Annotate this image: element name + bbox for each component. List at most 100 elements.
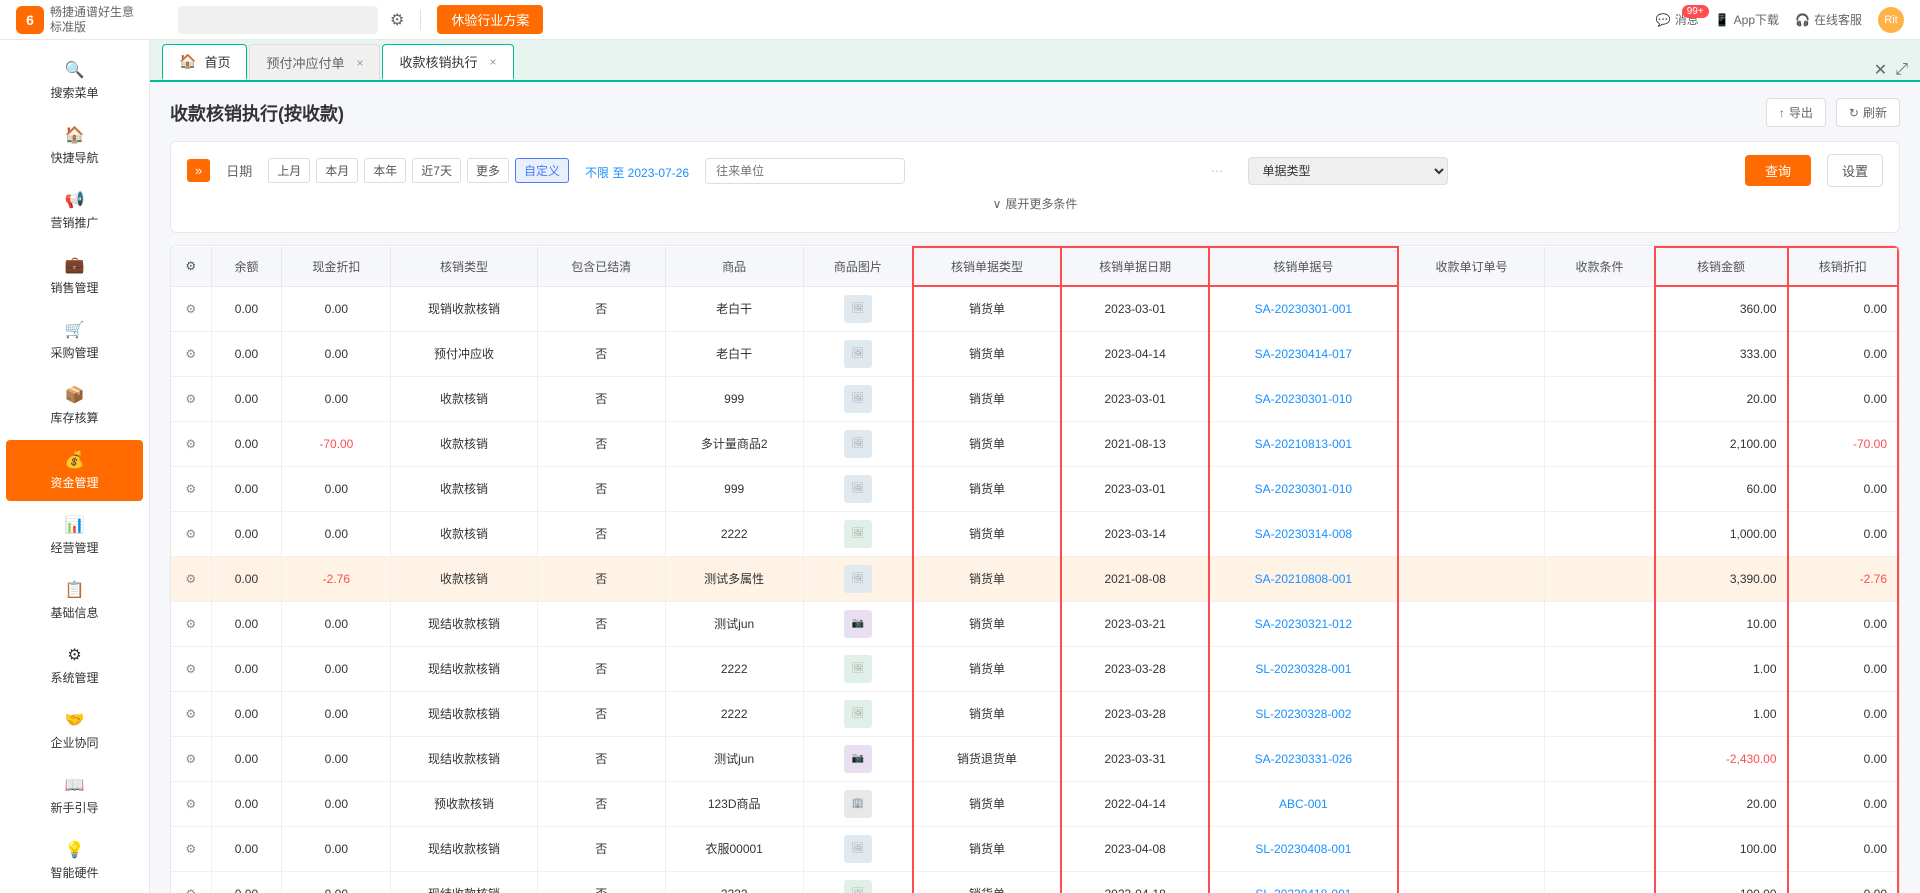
sidebar-item-purchase[interactable]: 🛒 采购管理 xyxy=(6,310,143,371)
search-icon: 🔍 xyxy=(65,60,85,80)
tab-prepayment-close[interactable]: × xyxy=(356,56,363,70)
cell-gear[interactable]: ⚙ xyxy=(171,511,211,556)
custom-button[interactable]: 自定义 xyxy=(515,158,569,183)
cell-cancel-bill-no[interactable]: ABC-001 xyxy=(1209,781,1397,826)
filter-toggle-button[interactable]: » xyxy=(187,159,210,182)
cell-receipt-order-no xyxy=(1398,556,1545,601)
cancel-bill-link[interactable]: ABC-001 xyxy=(1279,797,1328,811)
more-button[interactable]: 更多 xyxy=(467,158,509,183)
cell-product: 多计量商品2 xyxy=(665,421,803,466)
sidebar-item-guide[interactable]: 📖 新手引导 xyxy=(6,765,143,826)
sidebar-item-operations[interactable]: 📊 经营管理 xyxy=(6,505,143,566)
th-receipt-order-no: 收款单订单号 xyxy=(1398,247,1545,286)
refresh-button[interactable]: ↻ 刷新 xyxy=(1836,98,1900,127)
tab-close-all-button[interactable]: ✕ xyxy=(1874,60,1887,80)
cell-gear[interactable]: ⚙ xyxy=(171,601,211,646)
cancel-bill-link[interactable]: SA-20230301-010 xyxy=(1255,392,1352,406)
last-month-button[interactable]: 上月 xyxy=(268,158,310,183)
this-month-button[interactable]: 本月 xyxy=(316,158,358,183)
finance-icon: 💰 xyxy=(65,450,85,470)
cell-cancel-bill-no[interactable]: SL-20230418-001 xyxy=(1209,871,1397,893)
cell-balance: 0.00 xyxy=(211,286,282,331)
cancel-bill-link[interactable]: SA-20230301-001 xyxy=(1255,302,1352,316)
gear-button[interactable]: ⚙ xyxy=(390,10,404,30)
cancel-bill-link[interactable]: SA-20230301-010 xyxy=(1255,482,1352,496)
top-search-input[interactable] xyxy=(178,6,378,34)
cell-gear[interactable]: ⚙ xyxy=(171,691,211,736)
cell-gear[interactable]: ⚙ xyxy=(171,871,211,893)
cell-cancel-bill-no[interactable]: SA-20210813-001 xyxy=(1209,421,1397,466)
sidebar-item-system[interactable]: ⚙ 系统管理 xyxy=(6,635,143,696)
cell-cancel-bill-no[interactable]: SA-20230321-012 xyxy=(1209,601,1397,646)
expand-conditions-button[interactable]: ∨ 展开更多条件 xyxy=(993,195,1078,212)
cell-gear[interactable]: ⚙ xyxy=(171,646,211,691)
cell-gear[interactable]: ⚙ xyxy=(171,556,211,601)
cell-receipt-condition xyxy=(1545,286,1655,331)
cell-include-cleared: 否 xyxy=(537,286,665,331)
sidebar-item-hardware[interactable]: 💡 智能硬件 xyxy=(6,830,143,891)
service-link[interactable]: 🎧 在线客服 xyxy=(1795,11,1862,28)
tab-fullscreen-button[interactable]: ⤢ xyxy=(1895,61,1908,79)
sidebar-item-search[interactable]: 🔍 搜索菜单 xyxy=(6,50,143,111)
cancel-bill-link[interactable]: SL-20230408-001 xyxy=(1255,842,1351,856)
cell-gear[interactable]: ⚙ xyxy=(171,466,211,511)
cancel-bill-link[interactable]: SA-20230331-026 xyxy=(1255,752,1352,766)
cancel-bill-link[interactable]: SL-20230418-001 xyxy=(1255,887,1351,893)
sidebar-item-inventory[interactable]: 📦 库存核算 xyxy=(6,375,143,436)
cell-cancel-bill-no[interactable]: SL-20230408-001 xyxy=(1209,826,1397,871)
app-download-link[interactable]: 📱 App下载 xyxy=(1715,11,1779,28)
cell-cancel-bill-no[interactable]: SA-20230301-010 xyxy=(1209,466,1397,511)
cell-cancel-bill-no[interactable]: SA-20230414-017 xyxy=(1209,331,1397,376)
sidebar-item-marketing[interactable]: 📢 营销推广 xyxy=(6,180,143,241)
tab-receipt-cancel[interactable]: 收款核销执行 × xyxy=(382,44,513,80)
inventory-icon: 📦 xyxy=(65,385,85,405)
cell-cancel-bill-no[interactable]: SA-20230301-001 xyxy=(1209,286,1397,331)
unit-input[interactable] xyxy=(705,158,905,184)
cell-product-img: 🖼 xyxy=(803,376,913,421)
cell-gear[interactable]: ⚙ xyxy=(171,286,211,331)
cell-cancel-bill-no[interactable]: SA-20230301-010 xyxy=(1209,376,1397,421)
cell-cancel-bill-no[interactable]: SA-20230331-026 xyxy=(1209,736,1397,781)
cancel-bill-link[interactable]: SA-20230314-008 xyxy=(1255,527,1352,541)
tab-home[interactable]: 🏠 首页 xyxy=(162,44,247,80)
cell-cancel-bill-no[interactable]: SL-20230328-001 xyxy=(1209,646,1397,691)
cell-gear[interactable]: ⚙ xyxy=(171,376,211,421)
this-year-button[interactable]: 本年 xyxy=(364,158,406,183)
content-area: 🏠 首页 预付冲应付单 × 收款核销执行 × ✕ ⤢ 收款核销执行(按收款) xyxy=(150,40,1920,893)
table-scroll[interactable]: ⚙ 余额 现金折扣 核销类型 包含已结清 商品 商品图片 核销单据类型 核销单据… xyxy=(171,246,1899,893)
user-avatar[interactable]: Rit xyxy=(1878,7,1904,33)
solution-button[interactable]: 休验行业方案 xyxy=(437,5,543,34)
cell-gear[interactable]: ⚙ xyxy=(171,781,211,826)
message-button[interactable]: 💬 消息 99+ xyxy=(1656,11,1699,28)
sidebar-item-finance[interactable]: 💰 资金管理 xyxy=(6,440,143,501)
filter-settings-button[interactable]: 设置 xyxy=(1827,154,1883,187)
tab-receipt-cancel-close[interactable]: × xyxy=(490,55,497,69)
cell-cancel-bill-no[interactable]: SA-20210808-001 xyxy=(1209,556,1397,601)
export-button[interactable]: ↑ 导出 xyxy=(1766,98,1826,127)
cell-gear[interactable]: ⚙ xyxy=(171,421,211,466)
bill-type-select[interactable]: 单据类型 xyxy=(1248,157,1448,185)
cancel-bill-link[interactable]: SA-20230321-012 xyxy=(1255,617,1352,631)
cell-product: 测试jun xyxy=(665,736,803,781)
sidebar-item-sales[interactable]: 💼 销售管理 xyxy=(6,245,143,306)
divider xyxy=(420,10,421,30)
operations-icon: 📊 xyxy=(65,515,85,535)
cell-cancel-bill-no[interactable]: SA-20230314-008 xyxy=(1209,511,1397,556)
purchase-icon: 🛒 xyxy=(65,320,85,340)
cancel-bill-link[interactable]: SL-20230328-002 xyxy=(1255,707,1351,721)
sidebar-item-basic[interactable]: 📋 基础信息 xyxy=(6,570,143,631)
cell-gear[interactable]: ⚙ xyxy=(171,331,211,376)
7days-button[interactable]: 近7天 xyxy=(412,158,461,183)
sidebar-item-collab[interactable]: 🤝 企业协同 xyxy=(6,700,143,761)
query-button[interactable]: 查询 xyxy=(1745,155,1811,186)
cell-cancel-bill-no[interactable]: SL-20230328-002 xyxy=(1209,691,1397,736)
sidebar-item-quicknav[interactable]: 🏠 快捷导航 xyxy=(6,115,143,176)
cell-gear[interactable]: ⚙ xyxy=(171,736,211,781)
cancel-bill-link[interactable]: SA-20210813-001 xyxy=(1255,437,1352,451)
cell-gear[interactable]: ⚙ xyxy=(171,826,211,871)
cancel-bill-link[interactable]: SL-20230328-001 xyxy=(1255,662,1351,676)
cancel-bill-link[interactable]: SA-20230414-017 xyxy=(1255,347,1352,361)
th-gear[interactable]: ⚙ xyxy=(171,247,211,286)
tab-prepayment[interactable]: 预付冲应付单 × xyxy=(249,44,380,80)
cancel-bill-link[interactable]: SA-20210808-001 xyxy=(1255,572,1352,586)
